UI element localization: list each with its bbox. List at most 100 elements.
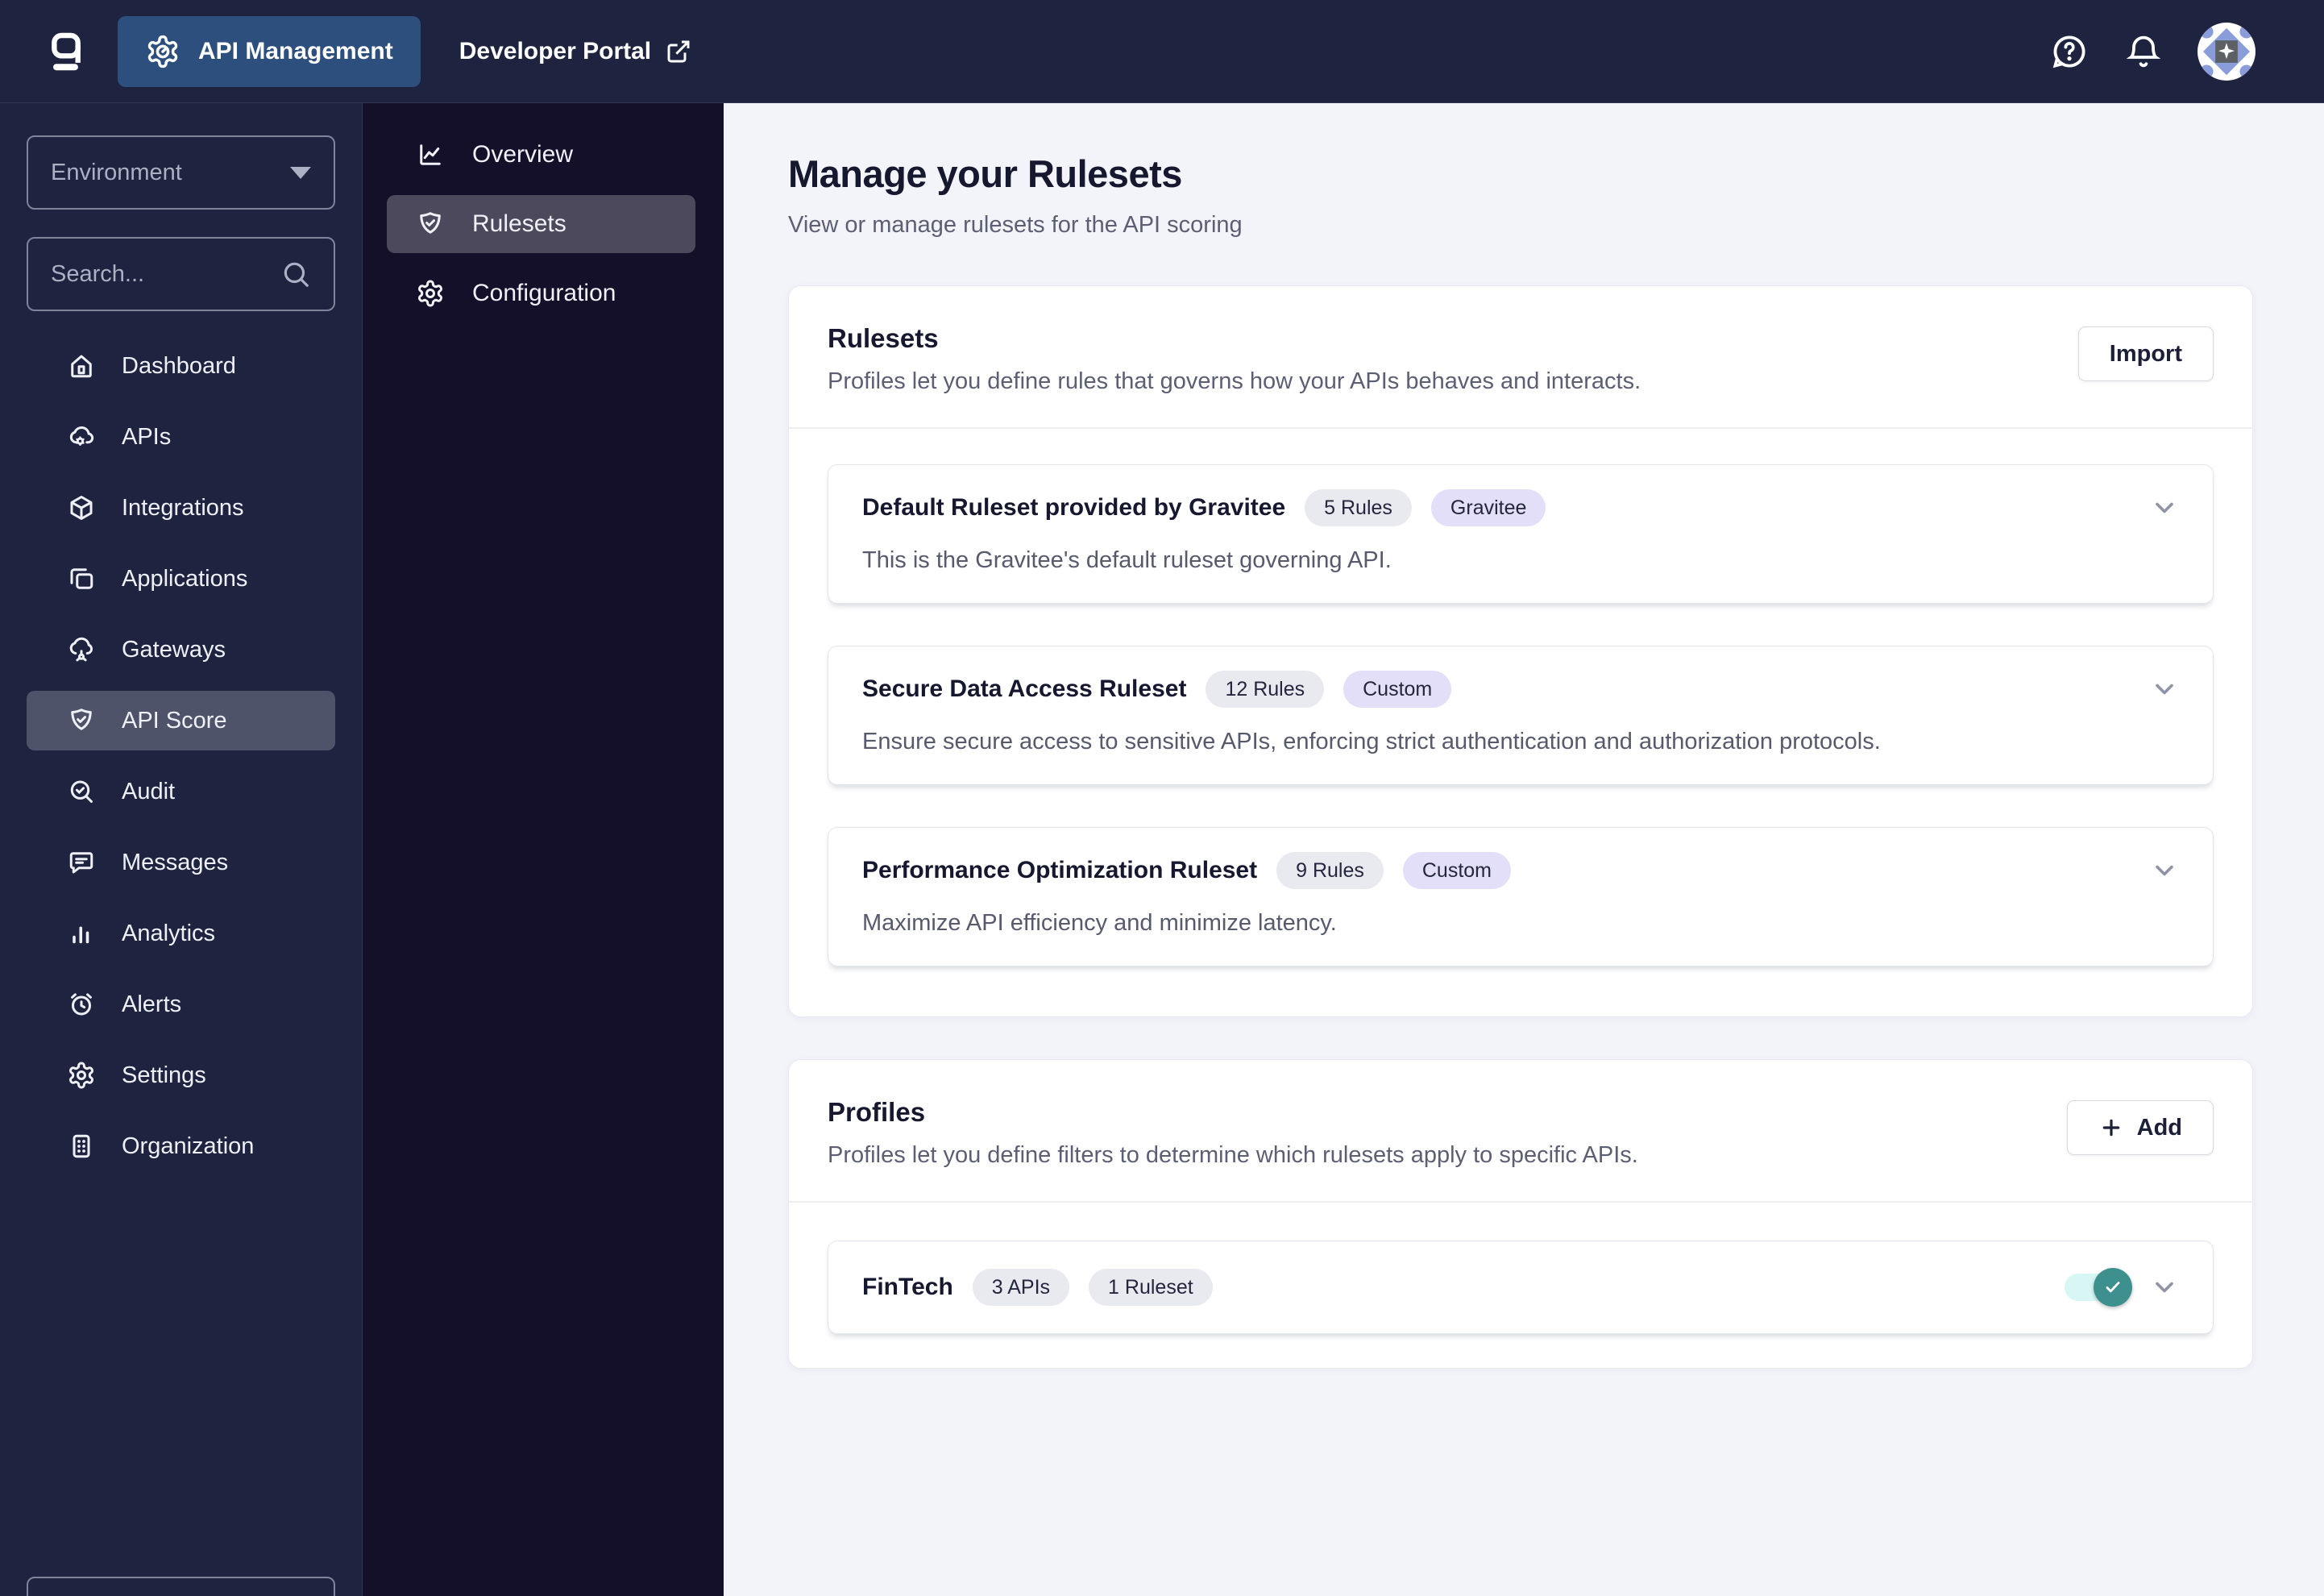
sidebar-item-label: Applications [122,565,248,592]
main-content: Manage your Rulesets View or manage rule… [724,103,2324,1596]
sidebar-item-label: Integrations [122,494,244,521]
gear-icon [416,279,445,308]
profiles-description: Profiles let you define filters to deter… [828,1142,1638,1168]
cloud-node-icon [67,635,96,664]
chevron-down-icon[interactable] [2150,856,2179,885]
import-button[interactable]: Import [2077,326,2214,381]
primary-sidebar: Environment Search... Dashboard APIs Int… [0,103,363,1596]
subnav-item-overview[interactable]: Overview [387,126,695,184]
sidebar-item-messages[interactable]: Messages [27,833,335,892]
rulesets-card: Rulesets Profiles let you define rules t… [788,285,2253,1017]
user-avatar[interactable] [2197,22,2256,81]
bell-icon [2124,32,2163,71]
developer-portal-link[interactable]: Developer Portal [459,38,691,65]
sidebar-item-label: Organization [122,1133,255,1159]
app-root: API Management Developer Portal Environm… [0,0,2324,1596]
ruleset-name: Performance Optimization Ruleset [862,857,1258,883]
subnav-item-label: Rulesets [472,210,566,237]
add-profile-button-label: Add [2136,1114,2182,1141]
api-management-label: API Management [198,37,393,64]
subnav-item-label: Configuration [472,280,616,306]
ruleset-description: Maximize API efficiency and minimize lat… [862,910,1337,936]
ruleset-source-badge: Gravitee [1430,489,1546,526]
shield-check-icon [416,210,445,239]
ruleset-row-secure-data-access[interactable]: Secure Data Access Ruleset 12 Rules Cust… [828,646,2214,785]
sidebar-item-label: Settings [122,1062,206,1088]
chevron-down-icon[interactable] [2150,675,2179,704]
notifications-button[interactable] [2121,29,2166,74]
alarm-clock-icon [67,990,96,1019]
ruleset-source-badge: Custom [1402,852,1512,889]
gear-icon [67,1061,96,1090]
ruleset-description: This is the Gravitee's default ruleset g… [862,547,1392,573]
sidebar-item-label: Messages [122,849,229,875]
subnav-item-label: Overview [472,141,574,168]
sidebar-item-gateways[interactable]: Gateways [27,620,335,680]
rulesets-card-header: Rulesets Profiles let you define rules t… [789,286,2252,429]
help-button[interactable] [2047,29,2092,74]
ruleset-description: Ensure secure access to sensitive APIs, … [862,729,1881,754]
profiles-card-header: Profiles Profiles let you define filters… [789,1060,2252,1203]
sidebar-item-organization[interactable]: Organization [27,1116,335,1176]
cube-icon [67,493,96,522]
sidebar-item-audit[interactable]: Audit [27,762,335,821]
sidebar-item-api-score[interactable]: API Score [27,691,335,750]
ruleset-row-default[interactable]: Default Ruleset provided by Gravitee 5 R… [828,464,2214,604]
sidebar-item-analytics[interactable]: Analytics [27,904,335,963]
environment-select[interactable]: Environment [27,135,335,210]
profiles-list: FinTech 3 APIs 1 Ruleset [789,1203,2252,1368]
collapse-menu-button[interactable]: Collapse menu [27,1577,335,1596]
add-profile-button[interactable]: Add [2066,1100,2214,1155]
ruleset-row-performance-optimization[interactable]: Performance Optimization Ruleset 9 Rules… [828,827,2214,966]
external-link-icon [666,39,691,64]
rulesets-count-badge: 1 Ruleset [1089,1269,1213,1306]
sidebar-item-label: APIs [122,423,172,450]
environment-select-value: Environment [51,159,182,185]
sidebar-item-label: Analytics [122,920,216,946]
api-management-switcher[interactable]: API Management [118,15,421,87]
api-score-subnav: Overview Rulesets Configuration [363,103,724,1596]
line-chart-icon [416,140,445,169]
sidebar-item-alerts[interactable]: Alerts [27,975,335,1034]
sidebar-item-apis[interactable]: APIs [27,407,335,467]
org-board-icon [67,1132,96,1161]
subnav-item-rulesets[interactable]: Rulesets [387,195,695,253]
subnav-item-configuration[interactable]: Configuration [387,264,695,322]
cloud-gear-icon [67,422,96,451]
profile-row-fintech[interactable]: FinTech 3 APIs 1 Ruleset [828,1241,2214,1334]
gear-gauge-icon [145,34,181,69]
rulesets-description: Profiles let you define rules that gover… [828,368,1641,394]
developer-portal-label: Developer Portal [459,37,652,64]
chevron-down-icon[interactable] [2150,493,2179,522]
sidebar-item-integrations[interactable]: Integrations [27,478,335,538]
chat-bubble-icon [67,848,96,877]
home-icon [67,351,96,380]
sidebar-search [27,237,335,311]
toggle-check-icon [2094,1268,2132,1307]
apis-count-badge: 3 APIs [972,1269,1070,1306]
rules-count-badge: 12 Rules [1206,671,1325,708]
sidebar-item-settings[interactable]: Settings [27,1045,335,1105]
search-check-icon [67,777,96,806]
bar-chart-icon [67,919,96,948]
page-subtitle: View or manage rulesets for the API scor… [788,212,1243,238]
page-title: Manage your Rulesets [788,152,1182,195]
import-button-label: Import [2109,340,2182,367]
ruleset-name: Default Ruleset provided by Gravitee [862,494,1286,521]
rulesets-list: Default Ruleset provided by Gravitee 5 R… [789,429,2252,1016]
plus-icon [2098,1115,2124,1141]
ruleset-source-badge: Custom [1343,671,1452,708]
sidebar-item-label: Audit [122,778,176,804]
help-icon [2050,32,2089,71]
sidebar-item-label: API Score [122,707,227,734]
app-copies-icon [67,564,96,593]
chevron-down-icon[interactable] [2150,1273,2179,1302]
gravitee-logo-icon [40,23,92,81]
search-input[interactable] [51,260,280,288]
ruleset-name: Secure Data Access Ruleset [862,675,1187,702]
shield-check-icon [67,706,96,735]
sidebar-item-dashboard[interactable]: Dashboard [27,336,335,396]
profile-enabled-toggle[interactable] [2065,1268,2132,1307]
sidebar-item-applications[interactable]: Applications [27,549,335,609]
rules-count-badge: 5 Rules [1305,489,1412,526]
